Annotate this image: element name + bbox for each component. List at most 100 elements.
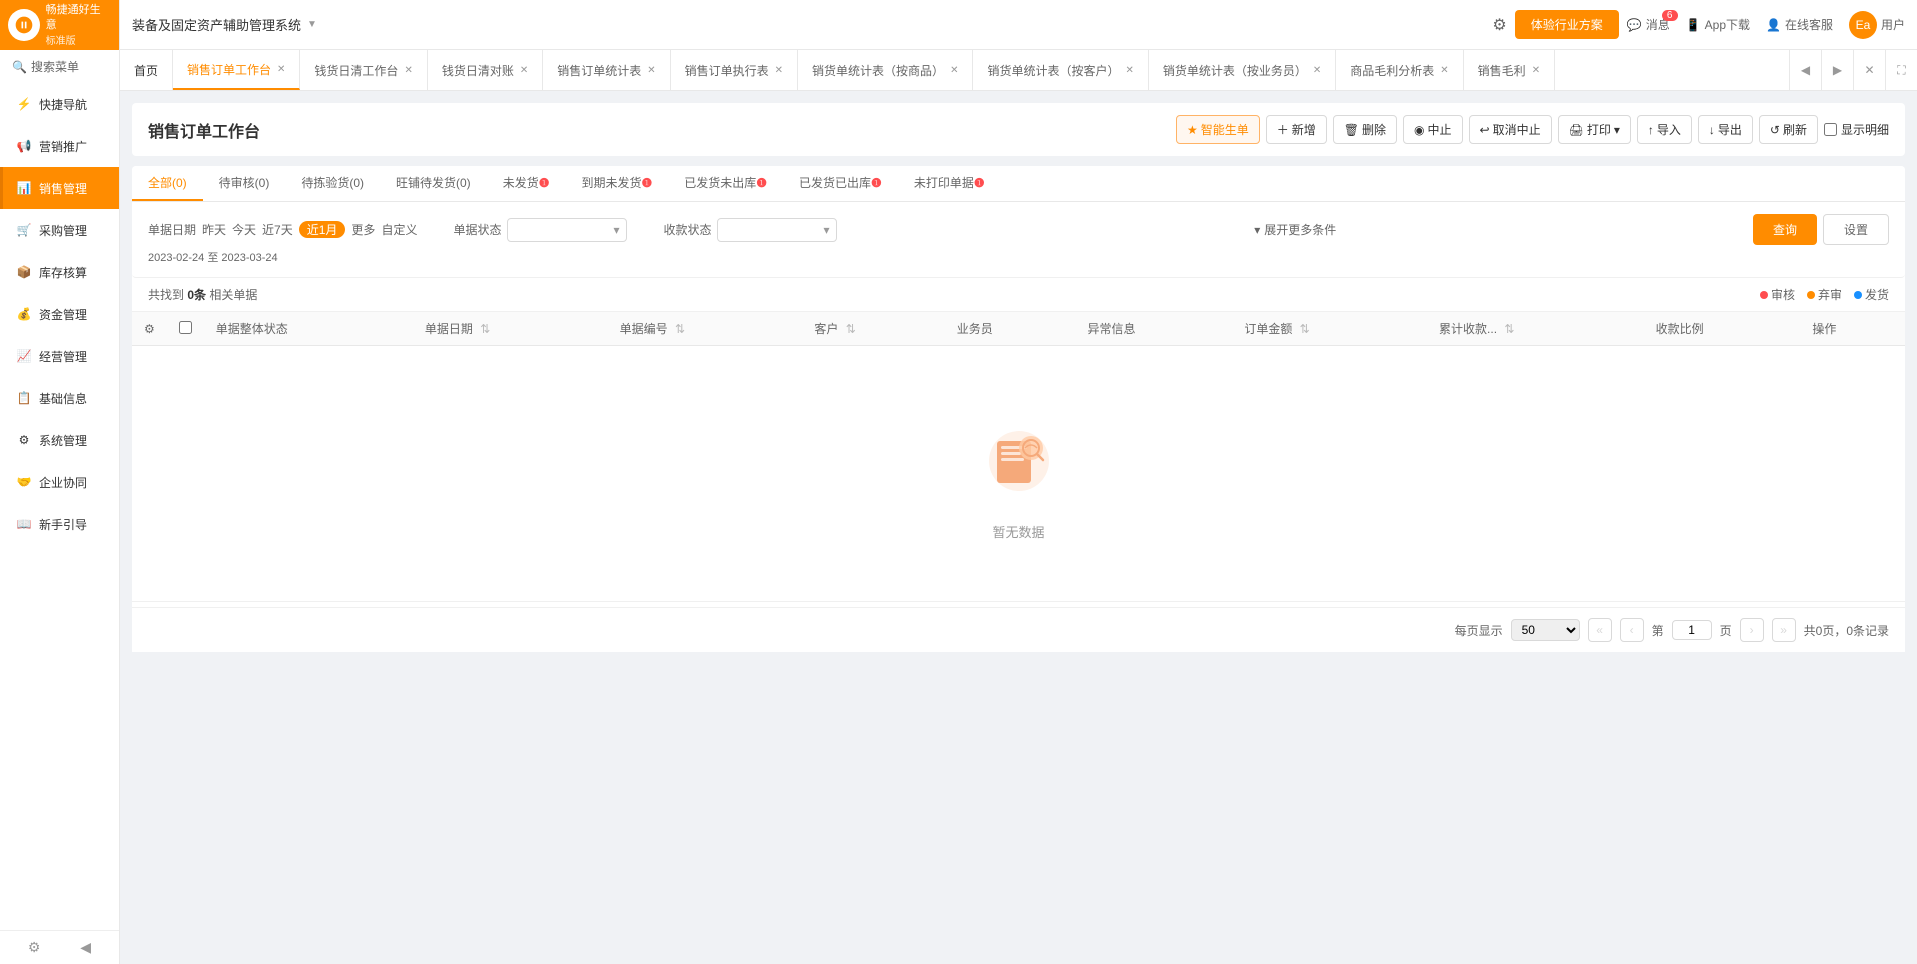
th-staff[interactable]: 业务员 [945,312,1076,346]
date-custom[interactable]: 自定义 [381,221,417,238]
sidebar-item-quick-nav[interactable]: ⚡ 快捷导航 [0,83,119,125]
sub-tab-all[interactable]: 全部(0) [132,166,203,201]
settings-bottom-icon[interactable]: ⚙ [28,939,41,956]
tab-close-icon[interactable]: ✕ [1532,65,1540,76]
next-page-btn[interactable]: › [1740,618,1764,642]
tab-cash-account[interactable]: 钱货日清对账 ✕ [428,50,543,90]
tab-sales-more[interactable]: 销售毛利 ✕ [1464,50,1555,90]
sidebar-item-marketing[interactable]: 📢 营销推广 [0,125,119,167]
tab-close-all-btn[interactable]: ✕ [1853,50,1885,90]
tab-sales-single-staff[interactable]: 销货单统计表（按业务员） ✕ [1149,50,1336,90]
sidebar-item-inventory[interactable]: 📦 库存核算 [0,251,119,293]
tab-close-icon[interactable]: ✕ [404,65,412,76]
per-page-select[interactable]: 50 100 [1511,619,1580,641]
sidebar-item-basic[interactable]: 📋 基础信息 [0,377,119,419]
filter-settings-btn[interactable]: 设置 [1823,214,1889,245]
th-date[interactable]: 单据日期 ⇅ [413,312,608,346]
tab-close-icon[interactable]: ✕ [647,65,655,76]
th-collected[interactable]: 累计收款... ⇅ [1427,312,1644,346]
tab-sales-exec[interactable]: 销售订单执行表 ✕ [671,50,798,90]
sub-tab-shipped-not-out[interactable]: 已发货未出库❶ [668,166,783,201]
industry-btn[interactable]: 体验行业方案 [1515,10,1619,39]
date-1month[interactable]: 近1月 [299,221,346,238]
sub-tab-wangpu-pending[interactable]: 旺铺待发货(0) [380,166,487,201]
tab-home[interactable]: 首页 [120,50,173,90]
tab-sales-stats[interactable]: 销售订单统计表 ✕ [543,50,670,90]
collapse-icon[interactable]: ◀ [80,939,91,956]
import-btn[interactable]: ↑ 导入 [1637,115,1692,144]
sidebar-item-operations[interactable]: 📈 经营管理 [0,335,119,377]
sub-tab-pending-inspect[interactable]: 待拣验货(0) [285,166,380,201]
message-btn[interactable]: 💬 消息 6 [1627,16,1670,33]
show-detail-input[interactable] [1824,123,1837,136]
sub-tab-shipped-out[interactable]: 已发货已出库❶ [783,166,898,201]
sidebar-item-sales[interactable]: 📊 销售管理 [0,167,119,209]
sidebar-item-enterprise[interactable]: 🤝 企业协同 [0,461,119,503]
tab-next-btn[interactable]: ▶ [1821,50,1853,90]
tab-close-icon[interactable]: ✕ [1313,65,1321,76]
sub-tab-overdue-not-shipped[interactable]: 到期未发货❶ [565,166,668,201]
filter-expand-btn[interactable]: ▾ 展开更多条件 [1254,221,1336,238]
add-btn[interactable]: ＋ 新增 [1266,115,1327,144]
tab-product-margin[interactable]: 商品毛利分析表 ✕ [1336,50,1463,90]
tab-prev-btn[interactable]: ◀ [1789,50,1821,90]
smart-gen-btn[interactable]: ★ 智能生单 [1176,115,1260,144]
sidebar-item-system[interactable]: ⚙ 系统管理 [0,419,119,461]
date-today[interactable]: 今天 [232,221,256,238]
tab-close-icon[interactable]: ✕ [277,64,285,75]
per-page-label: 每页显示 [1455,622,1503,639]
tab-close-icon[interactable]: ✕ [1125,65,1133,76]
cancel-stop-btn[interactable]: ↩ 取消中止 [1469,115,1552,144]
review-action-btn[interactable]: 审核 [1760,286,1795,303]
sidebar-logo: 畅捷通好生意 标准版 [0,0,119,50]
filter-query-btn[interactable]: 查询 [1753,214,1817,245]
print-btn[interactable]: 🖨 打印 ▾ [1558,115,1631,144]
refresh-btn[interactable]: ↺ 刷新 [1759,115,1818,144]
table-scroll[interactable]: ⚙ 单据整体状态 单据日期 ⇅ 单据编号 ⇅ [132,312,1905,601]
tab-close-icon[interactable]: ✕ [775,65,783,76]
status-select[interactable] [507,218,627,242]
tab-close-icon[interactable]: ✕ [1440,65,1448,76]
th-status[interactable]: 单据整体状态 [204,312,413,346]
last-page-btn[interactable]: » [1772,618,1796,642]
cancel-review-action-btn[interactable]: 弃审 [1807,286,1842,303]
tab-sales-single-customer[interactable]: 销货单统计表（按客户） ✕ [973,50,1148,90]
th-checkbox[interactable] [167,312,204,346]
delete-btn[interactable]: 🗑 删除 [1333,115,1397,144]
th-settings[interactable]: ⚙ [132,312,167,346]
sidebar-item-purchase[interactable]: 🛒 采购管理 [0,209,119,251]
sub-tab-pending-review[interactable]: 待审核(0) [203,166,286,201]
th-amount[interactable]: 订单金额 ⇅ [1232,312,1427,346]
select-all-checkbox[interactable] [179,321,192,334]
sidebar-item-guide[interactable]: 📖 新手引导 [0,503,119,545]
tab-sales-workbench[interactable]: 销售订单工作台 ✕ [173,50,300,90]
tab-cash-daily[interactable]: 钱货日清工作台 ✕ [300,50,427,90]
tab-sales-single-product[interactable]: 销货单统计表（按商品） ✕ [798,50,973,90]
stop-btn[interactable]: ◉ 中止 [1403,115,1463,144]
th-number[interactable]: 单据编号 ⇅ [608,312,803,346]
date-yesterday[interactable]: 昨天 [202,221,226,238]
top-header: 装备及固定资产辅助管理系统 ▼ ⚙ 体验行业方案 💬 消息 6 📱 App下载 … [120,0,1917,50]
date-more[interactable]: 更多 [351,221,375,238]
show-detail-checkbox[interactable]: 显示明细 [1824,121,1889,138]
online-service-btn[interactable]: 👤 在线客服 [1766,16,1833,33]
tab-close-icon[interactable]: ✕ [520,65,528,76]
header-settings-icon[interactable]: ⚙ [1492,15,1506,35]
page-input[interactable] [1672,620,1712,640]
sub-tab-not-shipped[interactable]: 未发货❶ [487,166,566,201]
tab-close-icon[interactable]: ✕ [950,65,958,76]
ship-action-btn[interactable]: 发货 [1854,286,1889,303]
sidebar-search[interactable]: 🔍 搜索菜单 [0,50,119,83]
prev-page-btn[interactable]: ‹ [1620,618,1644,642]
first-page-btn[interactable]: « [1588,618,1612,642]
app-download-btn[interactable]: 📱 App下载 [1686,16,1750,33]
sidebar-item-finance[interactable]: 💰 资金管理 [0,293,119,335]
tab-expand-btn[interactable]: ⛶ [1885,50,1917,90]
date-7days[interactable]: 近7天 [262,221,293,238]
sub-tab-not-printed[interactable]: 未打印单据❶ [898,166,1001,201]
user-area[interactable]: Ea 用户 [1849,11,1905,39]
th-exception[interactable]: 异常信息 [1075,312,1232,346]
export-btn[interactable]: ↓ 导出 [1698,115,1753,144]
collection-select[interactable] [717,218,837,242]
th-customer[interactable]: 客户 ⇅ [802,312,944,346]
